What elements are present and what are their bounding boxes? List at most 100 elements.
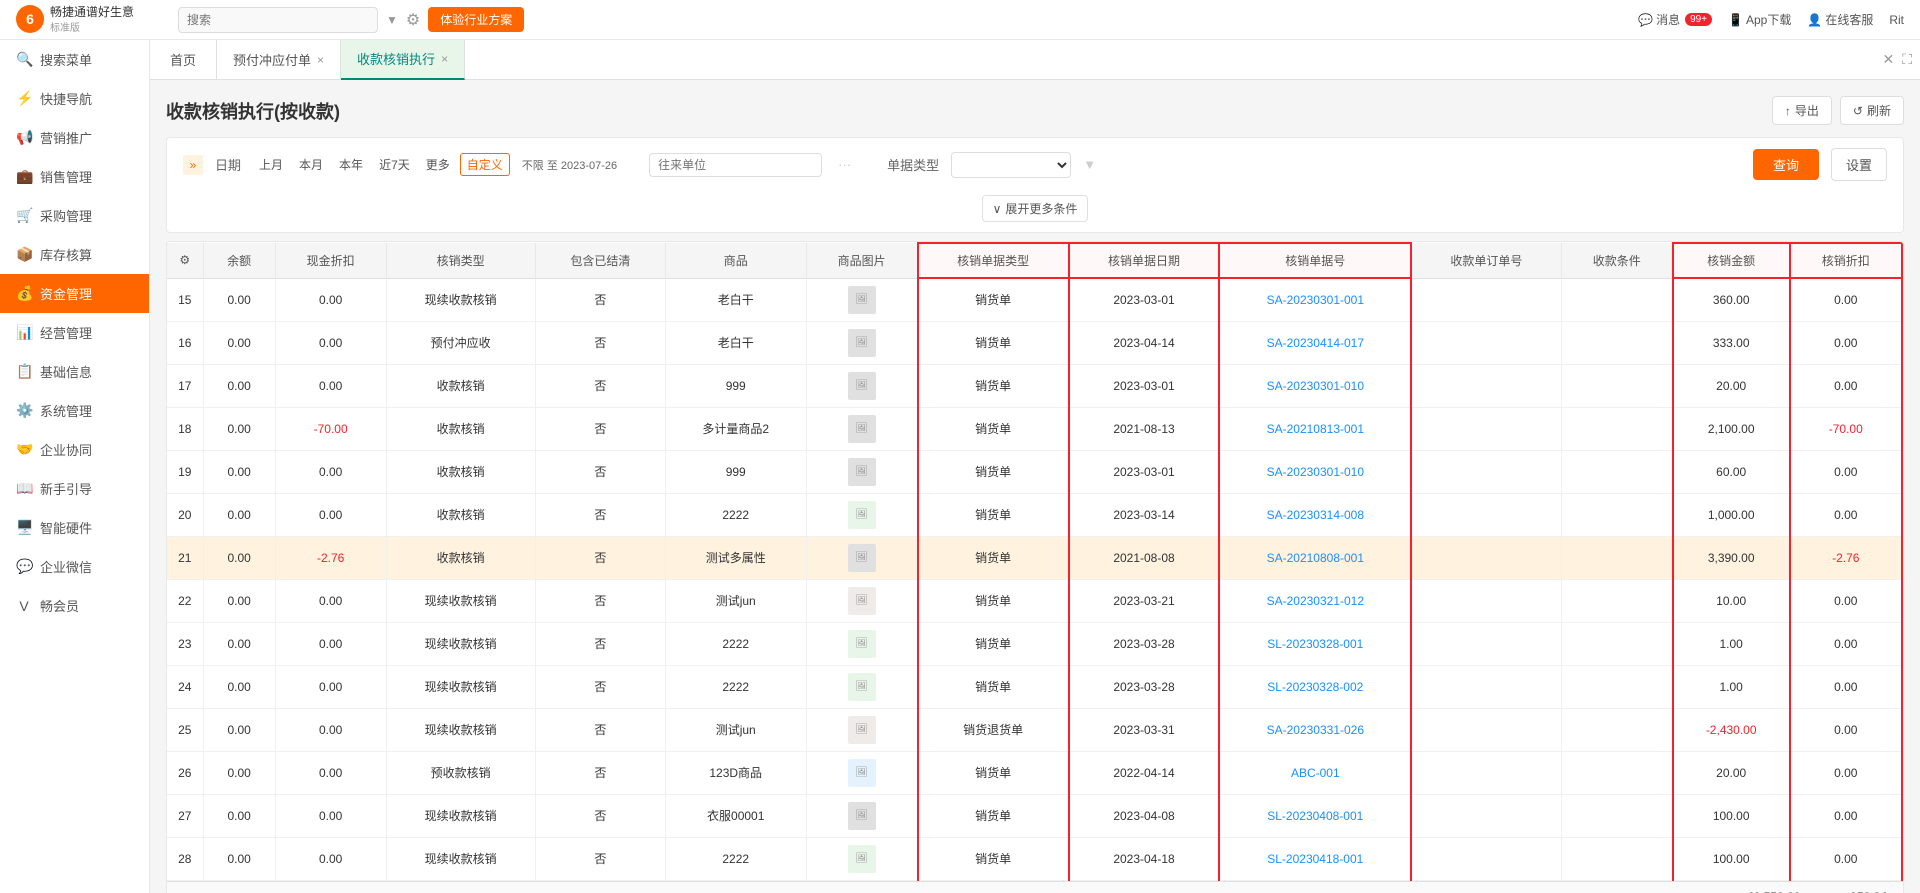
tab-home[interactable]: 首页 [150,40,217,80]
export-btn[interactable]: ↑ 导出 [1772,96,1832,125]
col-goods-img: 商品图片 [806,243,918,278]
industry-btn[interactable]: 体验行业方案 [428,7,524,32]
date-custom[interactable]: 自定义 [460,153,510,176]
sidebar-item-purchase[interactable]: 🛒 采购管理 [0,196,149,235]
sidebar-item-management[interactable]: 📊 经营管理 [0,313,149,352]
bill-type-label: 单据类型 [887,155,939,174]
tab-action-close[interactable]: ✕ [1882,51,1894,68]
sidebar-item-inventory[interactable]: 📦 库存核算 [0,235,149,274]
sidebar-item-guide[interactable]: 📖 新手引导 [0,469,149,508]
cell-goods-img: 🖼 [806,536,918,579]
tab-verify-close[interactable]: × [441,52,448,66]
cell-id: 23 [167,622,203,665]
cell-verify-bill-no[interactable]: SA-20210813-001 [1219,407,1411,450]
sidebar-label-member: 畅会员 [40,596,79,615]
cell-verify-bill-no[interactable]: SA-20230301-001 [1219,278,1411,321]
sidebar-item-marketing[interactable]: 📢 营销推广 [0,118,149,157]
cell-verify-bill-no[interactable]: SL-20230328-001 [1219,622,1411,665]
cell-verify-amount: 100.00 [1673,794,1790,837]
date-7days[interactable]: 近7天 [373,154,416,175]
user-menu[interactable]: Rit [1889,13,1904,27]
cell-cash-discount: 0.00 [275,321,386,364]
messages-badge: 99+ [1685,13,1712,26]
tab-action-expand[interactable]: ⛶ [1902,51,1912,68]
table-row: 27 0.00 0.00 现续收款核销 否 衣服00001 🖼 销货单 2023… [167,794,1902,837]
sidebar-item-sales[interactable]: 💼 销售管理 [0,157,149,196]
cell-verify-bill-type: 销货单 [918,278,1069,321]
filter-bar: » 日期 上月 本月 本年 近7天 更多 自定义 不限 至 2023-07-26 [166,137,1904,233]
cell-balance: 0.00 [203,364,275,407]
tab-verify[interactable]: 收款核销执行 × [341,40,465,80]
cell-balance: 0.00 [203,665,275,708]
logo-name: 畅捷通谱好生意 [50,5,134,19]
cell-verify-bill-no[interactable]: SA-20230301-010 [1219,450,1411,493]
cell-verify-discount: 0.00 [1790,622,1902,665]
cell-cash-discount: 0.00 [275,751,386,794]
cell-receipt-condition [1561,708,1673,751]
cell-id: 28 [167,837,203,880]
expand-more-btn[interactable]: ∨ 展开更多条件 [982,195,1089,222]
cell-cash-discount: 0.00 [275,450,386,493]
cell-verify-bill-no[interactable]: SA-20230314-008 [1219,493,1411,536]
sidebar-item-hardware[interactable]: 🖥️ 智能硬件 [0,508,149,547]
date-this-month[interactable]: 本月 [293,154,329,175]
cell-verify-bill-no[interactable]: SA-20230301-010 [1219,364,1411,407]
cell-verify-bill-no[interactable]: ABC-001 [1219,751,1411,794]
cell-verify-bill-no[interactable]: SA-20230321-012 [1219,579,1411,622]
table-row: 20 0.00 0.00 收款核销 否 2222 🖼 销货单 2023-03-1… [167,493,1902,536]
page-title-bar: 收款核销执行(按收款) ↑ 导出 ↺ 刷新 [166,96,1904,125]
counterparty-input[interactable] [649,153,822,177]
cell-goods-img: 🖼 [806,708,918,751]
system-icon: ⚙️ [16,402,32,419]
settings-icon[interactable]: ⚙ [406,10,420,30]
basic-icon: 📋 [16,363,32,380]
cell-verify-bill-no[interactable]: SA-20230331-026 [1219,708,1411,751]
sidebar-item-search[interactable]: 🔍 搜索菜单 [0,40,149,79]
cell-receipt-order-no [1411,493,1561,536]
cell-balance: 0.00 [203,278,275,321]
cell-balance: 0.00 [203,536,275,579]
date-last-month[interactable]: 上月 [253,154,289,175]
shortcut-icon: ⚡ [16,90,32,107]
app-download-btn[interactable]: 📱 App下载 [1728,11,1791,28]
cell-verify-bill-type: 销货单 [918,450,1069,493]
cell-verify-bill-no[interactable]: SL-20230418-001 [1219,837,1411,880]
tab-prepay[interactable]: 预付冲应付单 × [217,40,341,80]
cell-verify-bill-no[interactable]: SA-20230414-017 [1219,321,1411,364]
sidebar-item-collab[interactable]: 🤝 企业协同 [0,430,149,469]
date-this-year[interactable]: 本年 [333,154,369,175]
sidebar-item-wechat[interactable]: 💬 企业微信 [0,547,149,586]
cell-include-settled: 否 [535,837,665,880]
filter-expand-toggle[interactable]: » [183,155,203,175]
query-btn[interactable]: 查询 [1753,149,1819,180]
cell-cash-discount: 0.00 [275,622,386,665]
top-search-input[interactable] [178,7,378,33]
cell-verify-bill-type: 销货单 [918,837,1069,880]
bill-type-select[interactable] [951,152,1071,178]
cell-verify-bill-no[interactable]: SA-20210808-001 [1219,536,1411,579]
cell-verify-bill-date: 2023-04-08 [1069,794,1220,837]
cell-verify-bill-date: 2023-03-01 [1069,278,1220,321]
messages-btn[interactable]: 💬 消息 99+ [1638,11,1712,28]
cell-verify-type: 预收款核销 [386,751,535,794]
sidebar: 🔍 搜索菜单 ⚡ 快捷导航 📢 营销推广 💼 销售管理 🛒 采购管理 📦 库存核… [0,40,150,893]
tab-prepay-close[interactable]: × [317,53,324,67]
cell-goods-img: 🖼 [806,321,918,364]
sidebar-item-basic[interactable]: 📋 基础信息 [0,352,149,391]
cell-verify-bill-no[interactable]: SL-20230408-001 [1219,794,1411,837]
online-service-btn[interactable]: 👤 在线客服 [1807,11,1873,28]
settings-btn[interactable]: 设置 [1831,148,1887,181]
cell-cash-discount: 0.00 [275,794,386,837]
data-table: ⚙ 余额 现金折扣 核销类型 包含已结清 商品 商品图片 核销单据类型 核销单据… [167,242,1903,881]
col-gear[interactable]: ⚙ [167,243,203,278]
sidebar-item-member[interactable]: V 畅会员 [0,586,149,625]
cell-goods-img: 🖼 [806,407,918,450]
sidebar-label-shortcut: 快捷导航 [40,89,92,108]
bill-type-dropdown-icon: ▼ [1083,157,1096,172]
cell-verify-bill-no[interactable]: SL-20230328-002 [1219,665,1411,708]
sidebar-item-finance[interactable]: 💰 资金管理 [0,274,149,313]
date-more[interactable]: 更多 [420,154,456,175]
sidebar-item-system[interactable]: ⚙️ 系统管理 [0,391,149,430]
sidebar-item-shortcut[interactable]: ⚡ 快捷导航 [0,79,149,118]
refresh-btn[interactable]: ↺ 刷新 [1840,96,1904,125]
